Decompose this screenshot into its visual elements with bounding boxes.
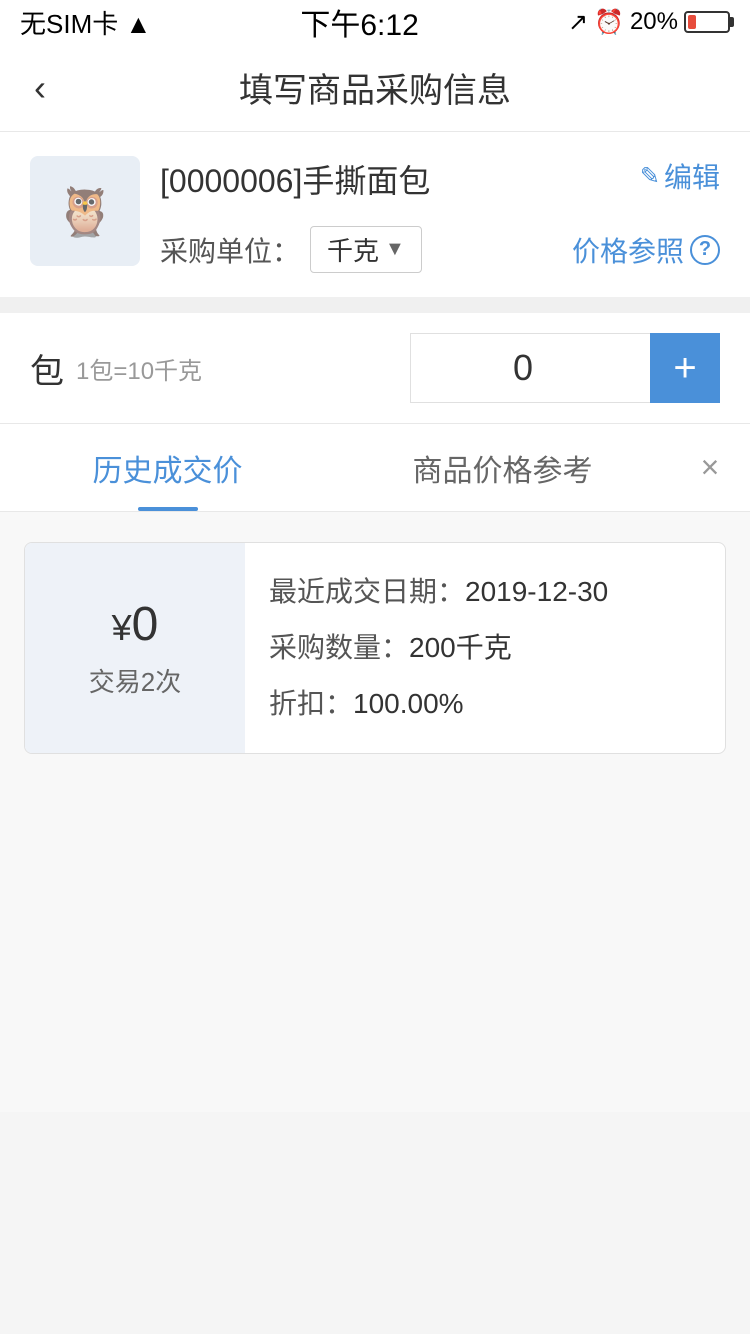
quantity-label: 包 1包=10千克 — [30, 344, 202, 393]
recent-date-label: 最近成交日期： — [269, 576, 465, 607]
recent-date-value: 2019-12-30 — [465, 576, 608, 607]
discount-value: 100.00% — [353, 688, 464, 719]
tab-price-reference[interactable]: 商品价格参考 — [335, 424, 670, 511]
status-right: ↗ ⏰ 20% — [568, 8, 730, 37]
unit-convert: 1包=10千克 — [76, 351, 202, 386]
status-left: 无SIM卡 ▲ — [20, 4, 151, 41]
price-symbol: ¥ — [112, 607, 132, 648]
tabs-panel: 历史成交价 商品价格参考 × ¥0 交易2次 最近成交日期：2019-12-30… — [0, 424, 750, 1112]
trade-count: 交易2次 — [89, 662, 181, 699]
purchase-row: 采购单位： 千克 ▼ 价格参照 ? — [160, 226, 720, 273]
battery-icon — [684, 11, 730, 33]
alarm-icon: ⏰ — [594, 8, 624, 37]
quantity-detail-label: 采购数量： — [269, 632, 409, 663]
product-thumbnail-icon: 🦉 — [55, 183, 115, 240]
recent-date-row: 最近成交日期：2019-12-30 — [269, 571, 701, 613]
back-button[interactable]: ‹ — [24, 57, 56, 119]
unit-value: 千克 — [327, 231, 379, 268]
price-value: 0 — [132, 598, 159, 651]
discount-row: 折扣：100.00% — [269, 683, 701, 725]
unit-selector[interactable]: 千克 ▼ — [310, 226, 422, 273]
quantity-row: 包 1包=10千克 + — [0, 313, 750, 423]
section-divider — [0, 297, 750, 313]
product-image: 🦉 — [30, 156, 140, 266]
product-name: [0000006]手撕面包 — [160, 156, 430, 202]
edit-button[interactable]: ✎ 编辑 — [640, 156, 720, 196]
page-title: 填写商品采购信息 — [239, 63, 511, 112]
product-title: 手撕面包 — [302, 163, 430, 199]
quantity-input-row: + — [410, 333, 720, 403]
quantity-detail-value: 200千克 — [409, 632, 512, 663]
unit-badge: 包 — [30, 344, 64, 393]
nav-bar: ‹ 填写商品采购信息 — [0, 44, 750, 132]
product-info: [0000006]手撕面包 ✎ 编辑 采购单位： 千克 ▼ 价格参照 ? — [160, 156, 720, 273]
product-card: 🦉 [0000006]手撕面包 ✎ 编辑 采购单位： 千克 ▼ 价格参照 ? — [0, 132, 750, 297]
quantity-input[interactable] — [410, 333, 650, 403]
edit-label: 编辑 — [664, 156, 720, 196]
status-time: 下午6:12 — [300, 0, 418, 44]
battery-percent: 20% — [630, 8, 678, 36]
dropdown-arrow-icon: ▼ — [385, 238, 405, 261]
tabs-header: 历史成交价 商品价格参考 × — [0, 424, 750, 512]
price-display: ¥0 — [112, 597, 159, 652]
tab-close-button[interactable]: × — [670, 424, 750, 511]
carrier-text: 无SIM卡 ▲ — [20, 4, 151, 41]
location-icon: ↗ — [568, 8, 588, 37]
quantity-plus-button[interactable]: + — [650, 333, 720, 403]
discount-label: 折扣： — [269, 688, 353, 719]
purchase-unit-label: 采购单位： — [160, 230, 300, 270]
price-ref-label: 价格参照 — [572, 230, 684, 270]
content-area: ¥0 交易2次 最近成交日期：2019-12-30 采购数量：200千克 折扣：… — [0, 512, 750, 1112]
price-reference-button[interactable]: 价格参照 ? — [572, 230, 720, 270]
quantity-detail-row: 采购数量：200千克 — [269, 627, 701, 669]
help-icon: ? — [690, 235, 720, 265]
card-left: ¥0 交易2次 — [25, 543, 245, 753]
card-right: 最近成交日期：2019-12-30 采购数量：200千克 折扣：100.00% — [245, 543, 725, 753]
status-bar: 无SIM卡 ▲ 下午6:12 ↗ ⏰ 20% — [0, 0, 750, 44]
product-header: [0000006]手撕面包 ✎ 编辑 — [160, 156, 720, 202]
edit-icon: ✎ — [640, 162, 660, 191]
product-id: [0000006] — [160, 163, 302, 199]
history-card: ¥0 交易2次 最近成交日期：2019-12-30 采购数量：200千克 折扣：… — [24, 542, 726, 754]
purchase-unit: 采购单位： 千克 ▼ — [160, 226, 422, 273]
tab-history-price[interactable]: 历史成交价 — [0, 424, 335, 511]
